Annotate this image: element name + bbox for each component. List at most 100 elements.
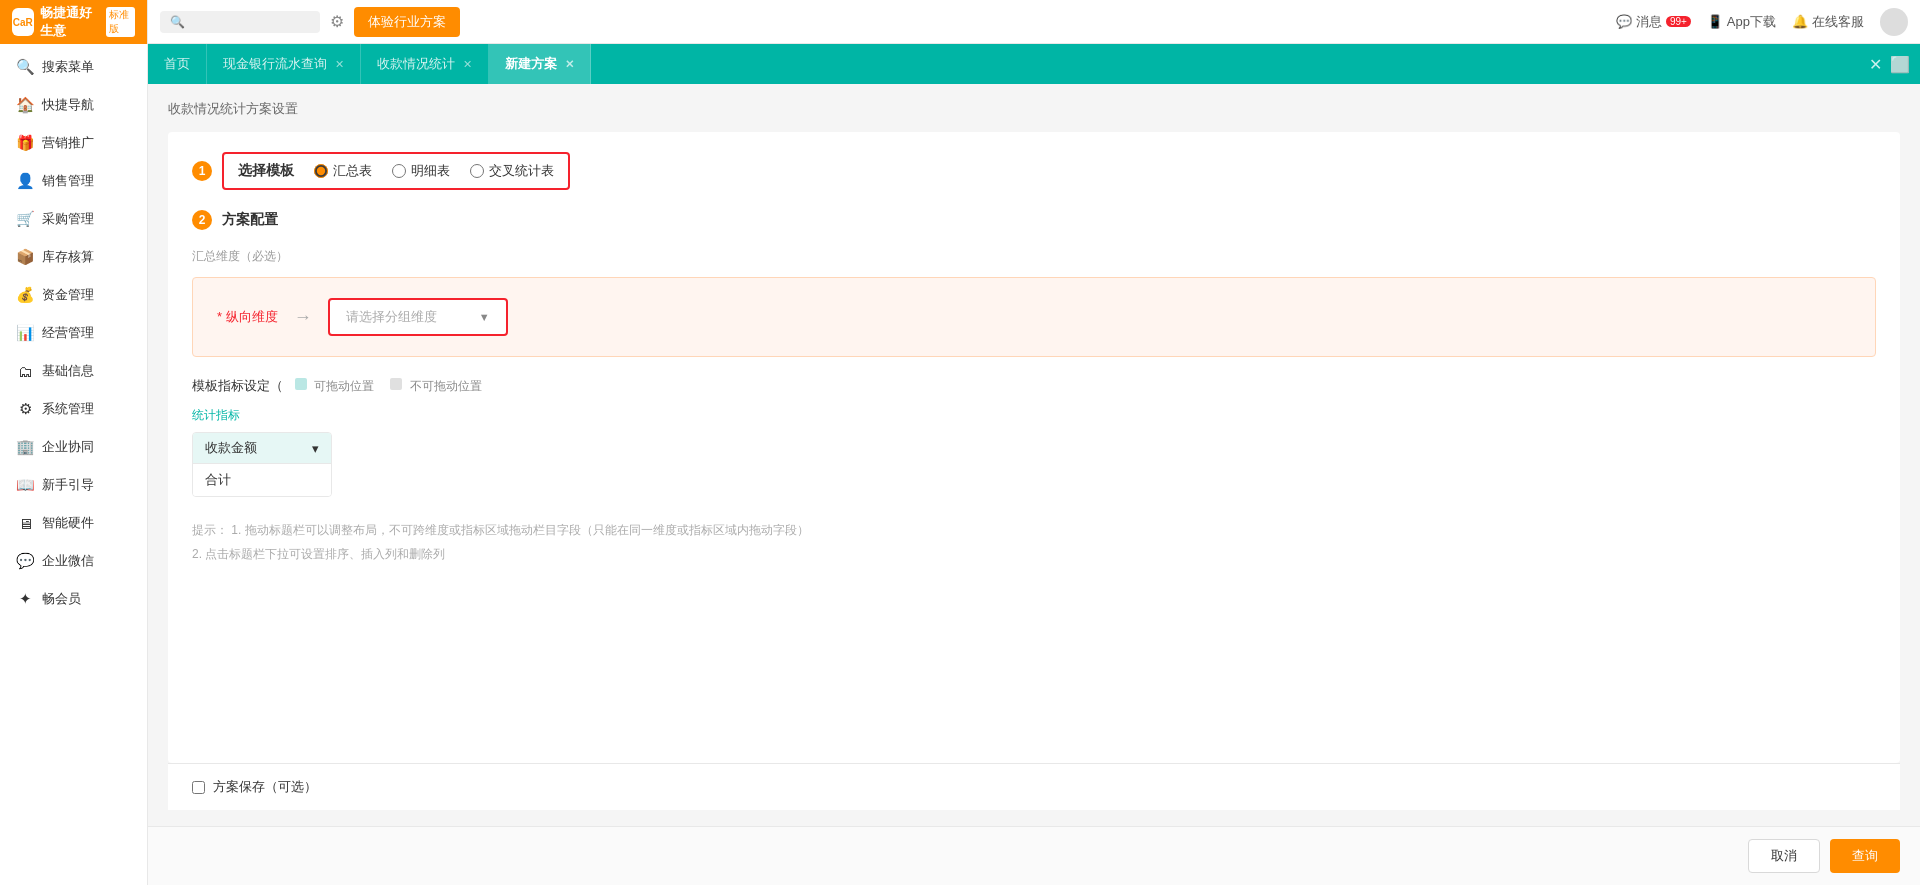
section1-header: 1 选择模板 汇总表 明细表 交叉统: [192, 152, 1876, 190]
sidebar-item-sales[interactable]: 👤 销售管理: [0, 162, 147, 200]
sidebar-item-purchase[interactable]: 🛒 采购管理: [0, 200, 147, 238]
support-button[interactable]: 🔔 在线客服: [1792, 13, 1864, 31]
user-icon: 👤: [16, 172, 34, 190]
sidebar-item-member[interactable]: ✦ 畅会员: [0, 580, 147, 618]
radio-cross-input[interactable]: [470, 164, 484, 178]
tab-collection-close[interactable]: ✕: [463, 58, 472, 71]
template-radio-group: 汇总表 明细表 交叉统计表: [314, 162, 554, 180]
download-button[interactable]: 📱 App下载: [1707, 13, 1776, 31]
radio-summary[interactable]: 汇总表: [314, 162, 372, 180]
dimension-row: * 纵向维度 → 请选择分组维度 ▼: [217, 298, 1851, 336]
dimension-select-placeholder: 请选择分组维度: [346, 308, 437, 326]
sidebar-item-inventory[interactable]: 📦 库存核算: [0, 238, 147, 276]
sidebar-item-label: 系统管理: [42, 400, 94, 418]
tab-home-label: 首页: [164, 55, 190, 73]
tab-bank-close[interactable]: ✕: [335, 58, 344, 71]
section2: 2 方案配置 汇总维度（必选） * 纵向维度 → 请选择分组维度: [192, 210, 1876, 565]
sidebar-item-hardware[interactable]: 🖥 智能硬件: [0, 504, 147, 542]
dimension-select[interactable]: 请选择分组维度 ▼: [328, 298, 508, 336]
member-icon: ✦: [16, 590, 34, 608]
section2-title: 方案配置: [222, 211, 278, 229]
trial-button[interactable]: 体验行业方案: [354, 7, 460, 37]
tab-collection[interactable]: 收款情况统计 ✕: [361, 44, 489, 84]
chart-icon: 📊: [16, 324, 34, 342]
tab-new-plan-label: 新建方案: [505, 55, 557, 73]
radio-cross[interactable]: 交叉统计表: [470, 162, 554, 180]
radio-detail-label: 明细表: [411, 162, 450, 180]
topbar: 🔍 ⚙ 体验行业方案 💬 消息 99+ 📱 App下载 🔔 在线客服: [148, 0, 1920, 44]
indicator-section: 模板指标设定（ 可拖动位置 不可拖动位置: [192, 377, 1876, 500]
stats-table: 收款金额 ▾ 合计: [192, 432, 332, 497]
radio-summary-input[interactable]: [314, 164, 328, 178]
dropdown-icon[interactable]: ▾: [312, 441, 319, 456]
chat-icon: 💬: [16, 552, 34, 570]
sidebar-item-label: 营销推广: [42, 134, 94, 152]
box-icon: 📦: [16, 248, 34, 266]
indicator-header: 模板指标设定（ 可拖动位置 不可拖动位置: [192, 377, 1876, 395]
sidebar-item-enterprise[interactable]: 🏢 企业协同: [0, 428, 147, 466]
main-area: 🔍 ⚙ 体验行业方案 💬 消息 99+ 📱 App下载 🔔 在线客服 首页: [148, 0, 1920, 885]
sidebar-item-search[interactable]: 🔍 搜索菜单: [0, 48, 147, 86]
draggable-legend-dot: [295, 378, 307, 390]
sidebar-item-wechat[interactable]: 💬 企业微信: [0, 542, 147, 580]
search-icon: 🔍: [16, 58, 34, 76]
maximize-button[interactable]: ⬜: [1890, 55, 1910, 74]
sidebar-item-guide[interactable]: 📖 新手引导: [0, 466, 147, 504]
sidebar-item-finance[interactable]: 💰 资金管理: [0, 276, 147, 314]
indicator-title: 模板指标设定（: [192, 377, 283, 395]
sidebar-item-basic-info[interactable]: 🗂 基础信息: [0, 352, 147, 390]
tab-new-plan-close[interactable]: ✕: [565, 58, 574, 71]
sidebar-item-label: 销售管理: [42, 172, 94, 190]
tabbar-actions: ✕ ⬜: [1869, 55, 1920, 74]
save-section: 方案保存（可选）: [168, 763, 1900, 810]
arrow-icon: →: [294, 307, 312, 328]
stats-column-name: 收款金额: [205, 439, 257, 457]
message-icon: 💬: [1616, 14, 1632, 29]
sidebar-item-business[interactable]: 📊 经营管理: [0, 314, 147, 352]
close-all-button[interactable]: ✕: [1869, 55, 1882, 74]
radio-detail-input[interactable]: [392, 164, 406, 178]
sidebar-item-marketing[interactable]: 🎁 营销推广: [0, 124, 147, 162]
page-content: 收款情况统计方案设置 1 选择模板 汇总表 明细表: [148, 84, 1920, 826]
sidebar-logo: CaR 畅捷通好生意 标准版: [0, 0, 147, 44]
sidebar-item-system[interactable]: ⚙ 系统管理: [0, 390, 147, 428]
sidebar-item-label: 库存核算: [42, 248, 94, 266]
query-button[interactable]: 查询: [1830, 839, 1900, 873]
topbar-search-box[interactable]: 🔍: [160, 11, 320, 33]
sidebar-item-label: 搜索菜单: [42, 58, 94, 76]
search-icon-topbar: 🔍: [170, 15, 185, 29]
stats-row-value: 合计: [205, 472, 231, 487]
sidebar-nav: 🔍 搜索菜单 🏠 快捷导航 🎁 营销推广 👤 销售管理 🛒 采购管理 📦 库存核…: [0, 44, 147, 885]
sidebar-item-label: 企业微信: [42, 552, 94, 570]
download-icon: 📱: [1707, 14, 1723, 29]
stats-table-header[interactable]: 收款金额 ▾: [193, 433, 331, 464]
support-icon: 🔔: [1792, 14, 1808, 29]
fixed-legend-dot: [390, 378, 402, 390]
template-select-wrapper: 选择模板 汇总表 明细表 交叉统计表: [222, 152, 570, 190]
gear-icon: ⚙: [16, 400, 34, 418]
save-checkbox[interactable]: [192, 781, 205, 794]
sidebar-item-label: 基础信息: [42, 362, 94, 380]
indicator-legend: 可拖动位置 不可拖动位置: [295, 378, 482, 395]
avatar[interactable]: [1880, 8, 1908, 36]
sidebar-item-quick-nav[interactable]: 🏠 快捷导航: [0, 86, 147, 124]
cancel-button[interactable]: 取消: [1748, 839, 1820, 873]
message-badge: 99+: [1666, 16, 1691, 27]
app-logo-icon: CaR: [12, 8, 34, 36]
sidebar-item-label: 经营管理: [42, 324, 94, 342]
stats-table-row: 合计: [193, 464, 331, 496]
tips-section: 提示： 1. 拖动标题栏可以调整布局，不可跨维度或指标区域拖动栏目字段（只能在同…: [192, 520, 1876, 565]
footer-actions: 取消 查询: [148, 826, 1920, 885]
settings-icon[interactable]: ⚙: [330, 12, 344, 31]
sidebar-item-label: 企业协同: [42, 438, 94, 456]
cart-icon: 🛒: [16, 210, 34, 228]
radio-detail[interactable]: 明细表: [392, 162, 450, 180]
tab-home[interactable]: 首页: [148, 44, 207, 84]
tab-new-plan[interactable]: 新建方案 ✕: [489, 44, 591, 84]
message-button[interactable]: 💬 消息 99+: [1616, 13, 1691, 31]
tip-2: 2. 点击标题栏下拉可设置排序、插入列和删除列: [192, 544, 1876, 566]
fixed-legend-label: 不可拖动位置: [410, 379, 482, 393]
money-icon: 💰: [16, 286, 34, 304]
tab-bank[interactable]: 现金银行流水查询 ✕: [207, 44, 361, 84]
sidebar-item-label: 快捷导航: [42, 96, 94, 114]
